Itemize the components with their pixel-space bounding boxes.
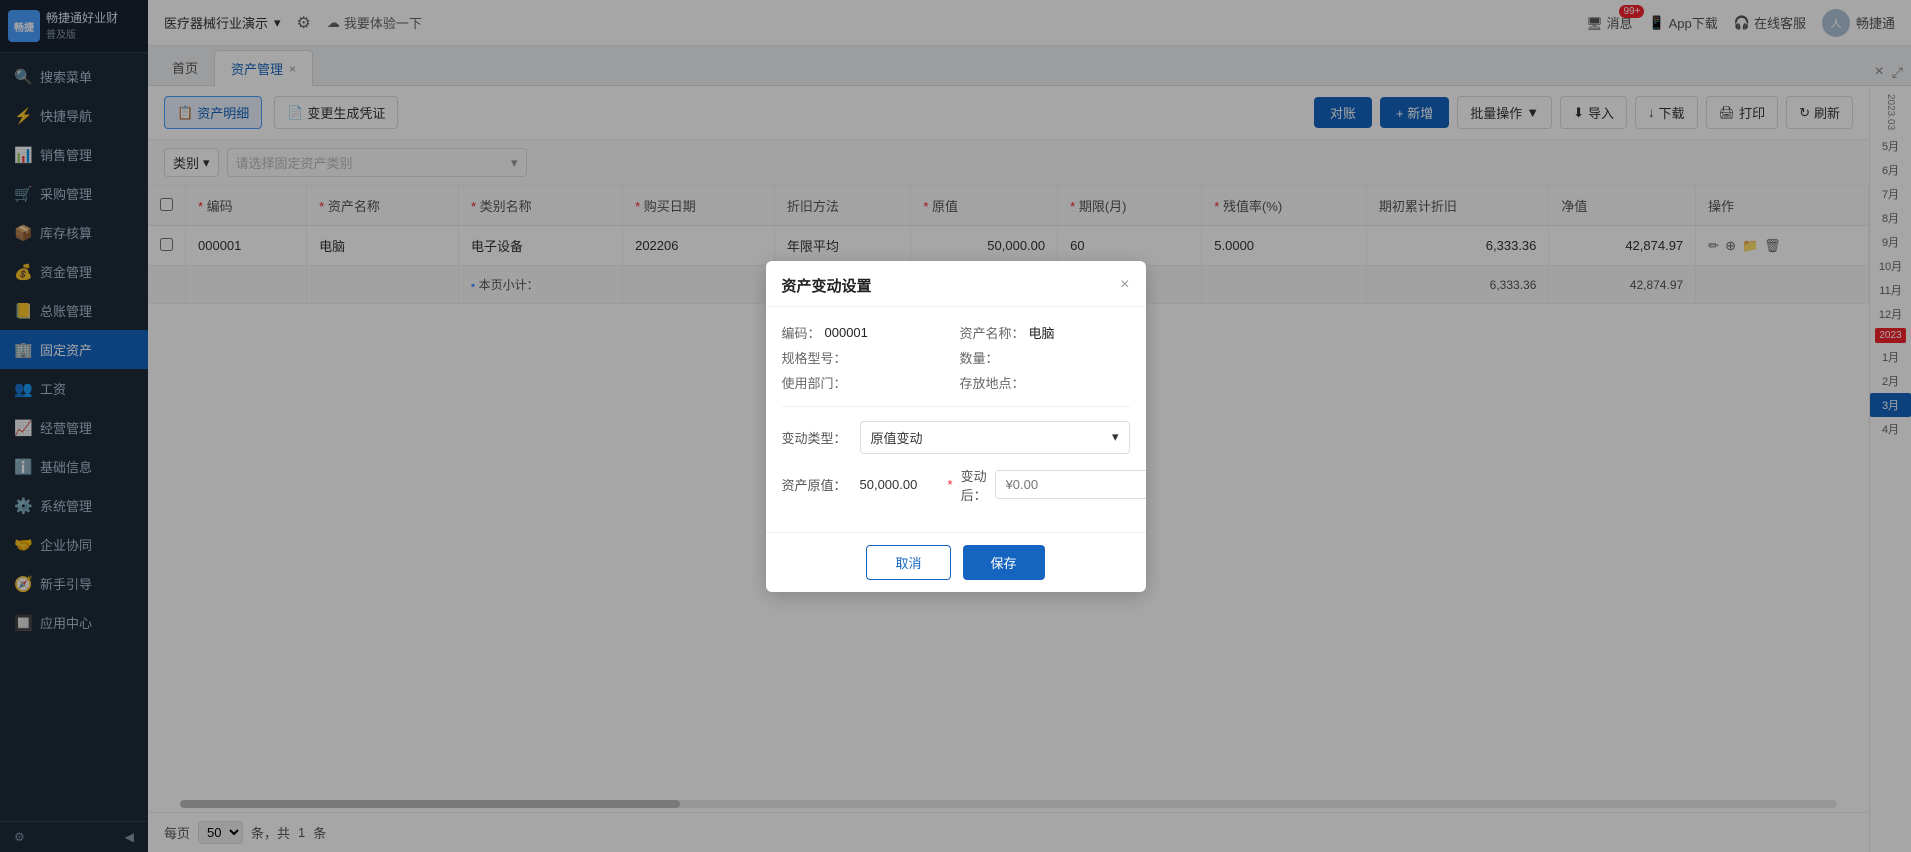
original-value-row: 资产原值： 50,000.00 * 变动后：	[782, 466, 1130, 504]
modal-overlay: 资产变动设置 × 编码： 000001 资产名称： 电脑 规格型号： 数量：	[0, 0, 1911, 852]
modal-info-grid: 编码： 000001 资产名称： 电脑 规格型号： 数量： 使用部门：	[782, 323, 1130, 407]
modal-dept: 使用部门：	[782, 373, 952, 392]
change-type-row: 变动类型： 原值变动 ▾	[782, 421, 1130, 454]
save-button[interactable]: 保存	[963, 545, 1045, 580]
change-type-dropdown-icon: ▾	[1112, 429, 1119, 445]
asset-change-modal: 资产变动设置 × 编码： 000001 资产名称： 电脑 规格型号： 数量：	[766, 261, 1146, 592]
modal-body: 编码： 000001 资产名称： 电脑 规格型号： 数量： 使用部门：	[766, 307, 1146, 532]
after-value-input[interactable]	[995, 470, 1146, 499]
after-label: 变动后：	[961, 466, 987, 504]
required-mark: *	[948, 477, 953, 492]
cancel-button[interactable]: 取消	[866, 545, 950, 580]
change-type-label: 变动类型：	[782, 428, 852, 447]
modal-footer: 取消 保存	[766, 532, 1146, 592]
modal-location: 存放地点：	[960, 373, 1130, 392]
modal-title: 资产变动设置	[782, 275, 872, 296]
change-type-select[interactable]: 原值变动 ▾	[860, 421, 1130, 454]
modal-close-button[interactable]: ×	[1120, 276, 1129, 294]
modal-code: 编码： 000001	[782, 323, 952, 342]
modal-asset-name: 资产名称： 电脑	[960, 323, 1130, 342]
modal-header: 资产变动设置 ×	[766, 261, 1146, 307]
modal-spec: 规格型号：	[782, 348, 952, 367]
original-value-label: 资产原值：	[782, 475, 852, 494]
original-value-display: 50,000.00	[860, 477, 940, 492]
modal-quantity: 数量：	[960, 348, 1130, 367]
